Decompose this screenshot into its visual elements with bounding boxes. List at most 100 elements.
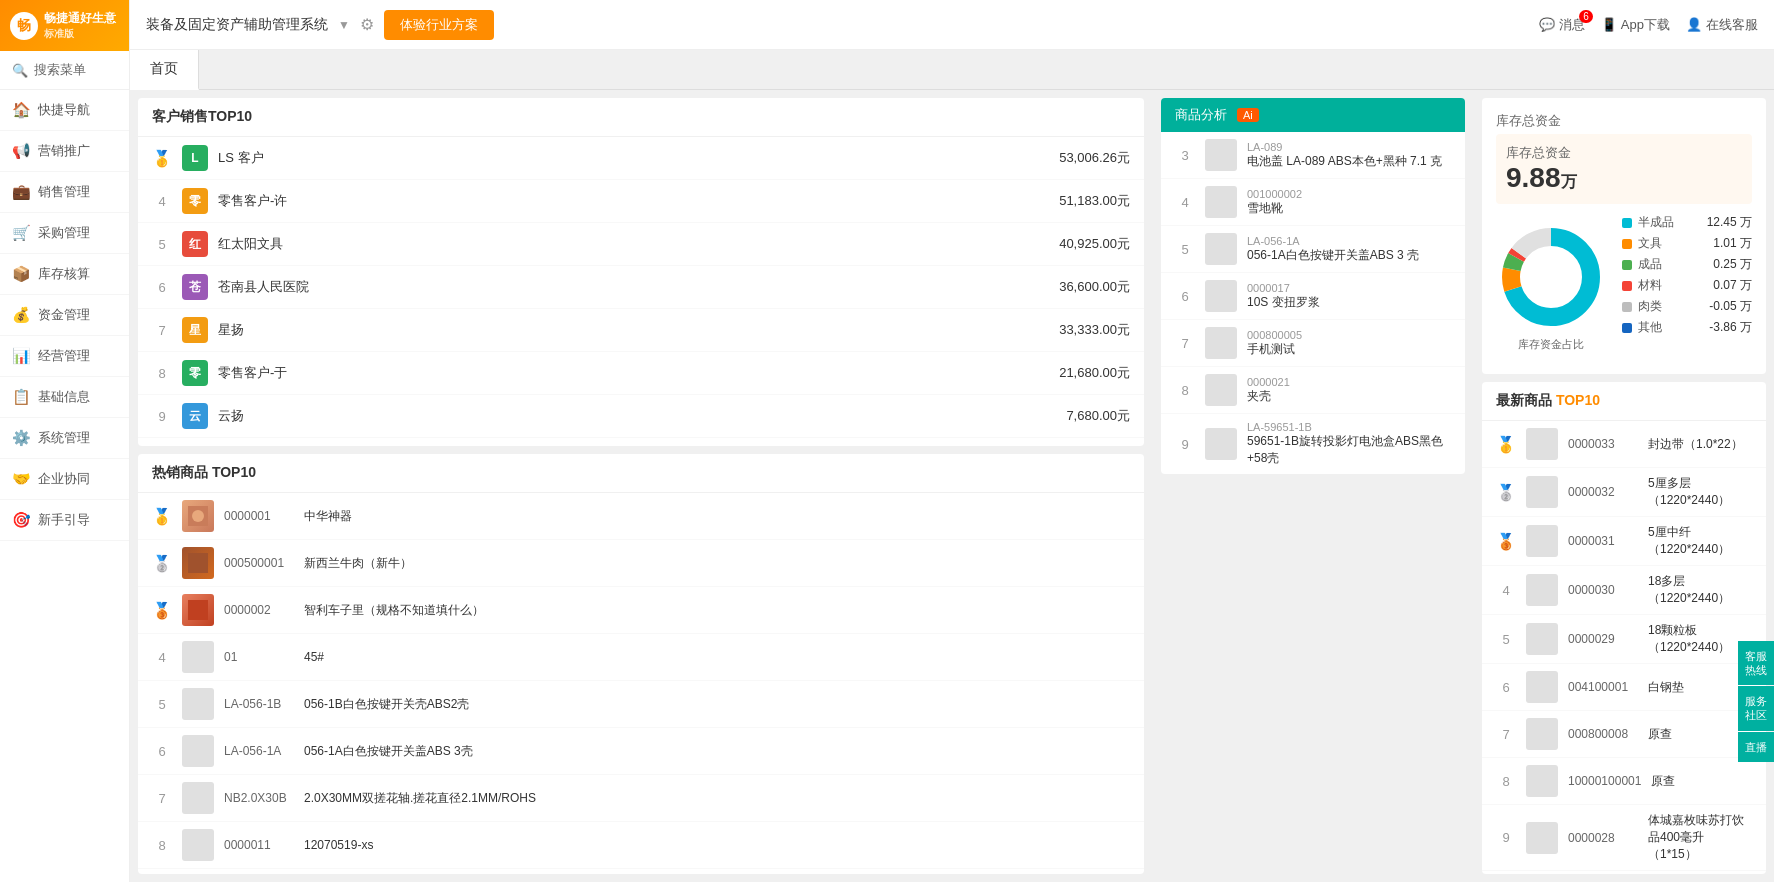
- float-btn-service[interactable]: 客服热线: [1738, 641, 1774, 686]
- hot-product-code-6: LA-056-1A: [224, 744, 294, 758]
- customer-row-10[interactable]: 10 肖 肖总 7,563.00元: [138, 438, 1144, 446]
- goods-row-9[interactable]: 9 LA-59651-1B 59651-1B旋转投影灯电池盒ABS黑色+58壳: [1161, 414, 1465, 474]
- experience-btn[interactable]: 体验行业方案: [384, 10, 494, 40]
- rank-num-9: 9: [152, 409, 172, 424]
- customer-row-5[interactable]: 5 红 红太阳文具 40,925.00元: [138, 223, 1144, 266]
- customer-row-7[interactable]: 7 星 星扬 33,333.00元: [138, 309, 1144, 352]
- customer-row-6[interactable]: 6 苍 苍南县人民医院 36,600.00元: [138, 266, 1144, 309]
- goods-row-6[interactable]: 6 0000017 10S 变扭罗浆: [1161, 273, 1465, 320]
- avatar-7: 星: [182, 317, 208, 343]
- sidebar-item-business[interactable]: 📊 经营管理: [0, 336, 129, 377]
- hot-product-row-2[interactable]: 🥈 000500001 新西兰牛肉（新牛）: [138, 540, 1144, 587]
- customer-row-8[interactable]: 8 零 零售客户-于 21,680.00元: [138, 352, 1144, 395]
- hot-product-row-3[interactable]: 🥉 0000002 智利车子里（规格不知道填什么）: [138, 587, 1144, 634]
- sidebar-item-collab[interactable]: 🤝 企业协同: [0, 459, 129, 500]
- hot-product-row-6[interactable]: 6 LA-056-1A 056-1A白色按键开关盖ABS 3壳: [138, 728, 1144, 775]
- gear-icon[interactable]: ⚙: [360, 15, 374, 34]
- customer-value-7: 33,333.00元: [1059, 321, 1130, 339]
- float-btn-community[interactable]: 服务社区: [1738, 686, 1774, 731]
- online-service-link[interactable]: 👤 在线客服: [1686, 16, 1758, 34]
- hot-product-code-7: NB2.0X30B: [224, 791, 294, 805]
- goods-row-5[interactable]: 5 LA-056-1A 056-1A白色按键开关盖ABS 3 壳: [1161, 226, 1465, 273]
- hot-product-code-1: 0000001: [224, 509, 294, 523]
- svg-rect-2: [188, 553, 208, 573]
- customer-row-1[interactable]: 🥇 L LS 客户 53,006.26元: [138, 137, 1144, 180]
- new-product-code-3: 0000031: [1568, 534, 1638, 548]
- customer-value-9: 7,680.00元: [1066, 407, 1130, 425]
- sidebar-item-finance[interactable]: 💰 资金管理: [0, 295, 129, 336]
- hot-product-name-8: 12070519-xs: [304, 838, 1130, 852]
- sidebar-item-marketing[interactable]: 📢 营销推广: [0, 131, 129, 172]
- middle-panel: 商品分析 Ai 3 LA-089 电池盖 LA-089 ABS本色+黑种 7.1…: [1153, 90, 1473, 882]
- nav-icon-business: 📊: [12, 347, 30, 365]
- new-product-row-8[interactable]: 8 10000100001 原查: [1482, 758, 1766, 805]
- nav-icon-baseinfo: 📋: [12, 388, 30, 406]
- new-products-header: 最新商品 TOP10: [1482, 382, 1766, 421]
- new-product-row-2[interactable]: 🥈 0000032 5厘多层（1220*2440）: [1482, 468, 1766, 517]
- goods-img-6: [1205, 280, 1237, 312]
- hot-product-row-9[interactable]: 9 KK-SD22110H 花语萌恒温分腿睡袋（厚款）: [138, 869, 1144, 874]
- float-btn-live[interactable]: 直播: [1738, 732, 1774, 762]
- new-product-row-9[interactable]: 9 0000028 体城嘉枚味苏打饮品400毫升（1*15）: [1482, 805, 1766, 871]
- legend-dot-5: [1622, 323, 1632, 333]
- goods-name-6: 10S 变扭罗浆: [1247, 294, 1451, 311]
- new-product-row-7[interactable]: 7 000800008 原查: [1482, 711, 1766, 758]
- new-product-img-4: [1526, 574, 1558, 606]
- customer-name-8: 零售客户-于: [218, 364, 1049, 382]
- content-body: 客户销售TOP10 🥇 L LS 客户 53,006.26元 4 零 零售客户-…: [130, 90, 1774, 882]
- new-product-img-6: [1526, 671, 1558, 703]
- new-product-name-8: 原查: [1651, 773, 1752, 790]
- new-product-code-9: 0000028: [1568, 831, 1638, 845]
- hot-medal-1: 🥇: [152, 507, 172, 526]
- new-product-row-10[interactable]: 10 003800001 22g鱼豆腐-烧烤味（1*12*20）: [1482, 871, 1766, 874]
- hot-product-row-7[interactable]: 7 NB2.0X30B 2.0X30MM双搓花轴.搓花直径2.1MM/ROHS: [138, 775, 1144, 822]
- dropdown-arrow[interactable]: ▼: [338, 18, 350, 32]
- goods-row-4[interactable]: 4 001000002 雪地靴: [1161, 179, 1465, 226]
- goods-rank-7: 7: [1175, 336, 1195, 351]
- sidebar-item-sales[interactable]: 💼 销售管理: [0, 172, 129, 213]
- hot-product-row-8[interactable]: 8 0000011 12070519-xs: [138, 822, 1144, 869]
- app-download-link[interactable]: 📱 App下载: [1601, 16, 1670, 34]
- legend-item-0: 半成品 12.45 万: [1622, 214, 1752, 231]
- goods-row-7[interactable]: 7 000800005 手机测试: [1161, 320, 1465, 367]
- avatar-8: 零: [182, 360, 208, 386]
- goods-row-3[interactable]: 3 LA-089 电池盖 LA-089 ABS本色+黑种 7.1 克: [1161, 132, 1465, 179]
- sidebar-item-guide[interactable]: 🎯 新手引导: [0, 500, 129, 541]
- sidebar-item-system[interactable]: ⚙️ 系统管理: [0, 418, 129, 459]
- avatar-5: 红: [182, 231, 208, 257]
- sidebar-item-quicknav[interactable]: 🏠 快捷导航: [0, 90, 129, 131]
- customers-top10-card: 客户销售TOP10 🥇 L LS 客户 53,006.26元 4 零 零售客户-…: [138, 98, 1144, 446]
- goods-row-8[interactable]: 8 0000021 夹壳: [1161, 367, 1465, 414]
- new-product-img-9: [1526, 822, 1558, 854]
- search-menu[interactable]: 🔍 搜索菜单: [0, 51, 129, 90]
- sidebar-item-baseinfo[interactable]: 📋 基础信息: [0, 377, 129, 418]
- hot-product-row-5[interactable]: 5 LA-056-1B 056-1B白色按键开关壳ABS2壳: [138, 681, 1144, 728]
- new-product-row-4[interactable]: 4 0000030 18多层（1220*2440）: [1482, 566, 1766, 615]
- nav-icon-inventory: 📦: [12, 265, 30, 283]
- nav-icon-finance: 💰: [12, 306, 30, 324]
- main-area: 装备及固定资产辅助管理系统 ▼ ⚙ 体验行业方案 💬 消息 6 📱 App下载 …: [130, 0, 1774, 882]
- sidebar-item-inventory[interactable]: 📦 库存核算: [0, 254, 129, 295]
- message-badge[interactable]: 💬 消息 6: [1539, 16, 1585, 34]
- inventory-label: 库存总资金: [1506, 144, 1742, 162]
- hot-product-row-1[interactable]: 🥇 0000001 中华神器: [138, 493, 1144, 540]
- tab-home[interactable]: 首页: [130, 50, 199, 90]
- new-product-row-6[interactable]: 6 004100001 白钢垫: [1482, 664, 1766, 711]
- hot-product-code-4: 01: [224, 650, 294, 664]
- new-product-row-3[interactable]: 🥉 0000031 5厘中纤（1220*2440）: [1482, 517, 1766, 566]
- hot-product-img-8: [182, 829, 214, 861]
- goods-analysis-title: 商品分析: [1175, 106, 1227, 124]
- right-panel: 库存总资金 库存总资金 9.88万: [1474, 90, 1774, 882]
- legend-dot-3: [1622, 281, 1632, 291]
- hot-product-row-4[interactable]: 4 01 45#: [138, 634, 1144, 681]
- hot-product-name-4: 45#: [304, 650, 1130, 664]
- new-product-row-5[interactable]: 5 0000029 18颗粒板（1220*2440）: [1482, 615, 1766, 664]
- goods-rank-3: 3: [1175, 148, 1195, 163]
- customer-value-8: 21,680.00元: [1059, 364, 1130, 382]
- legend-label-1: 文具: [1638, 235, 1662, 252]
- new-product-row-1[interactable]: 🥇 0000033 封边带（1.0*22）: [1482, 421, 1766, 468]
- sidebar-item-purchase[interactable]: 🛒 采购管理: [0, 213, 129, 254]
- customer-row-4[interactable]: 4 零 零售客户-许 51,183.00元: [138, 180, 1144, 223]
- customer-row-9[interactable]: 9 云 云扬 7,680.00元: [138, 395, 1144, 438]
- hot-product-img-5: [182, 688, 214, 720]
